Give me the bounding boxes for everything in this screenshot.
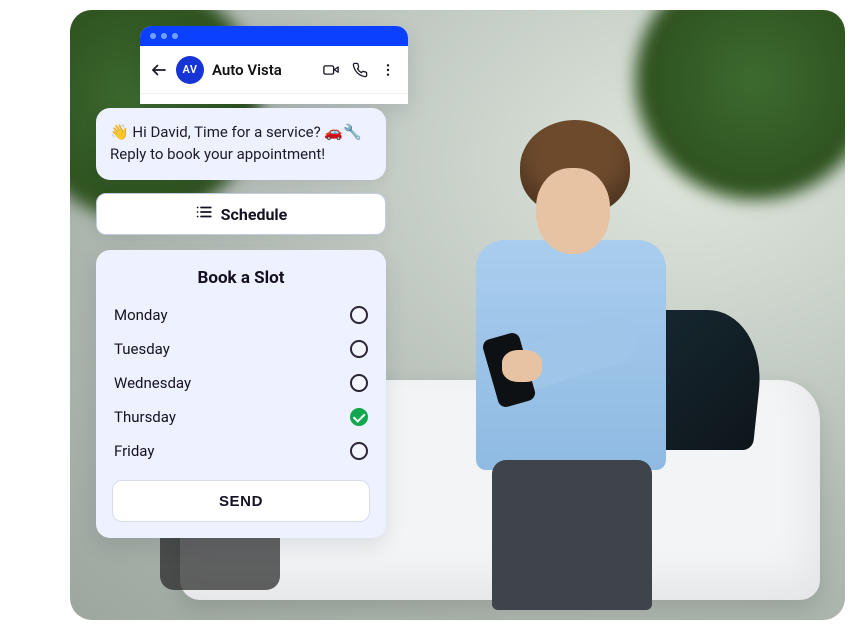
avatar[interactable]: AV: [176, 56, 204, 84]
chat-title: Auto Vista: [212, 61, 314, 79]
voice-call-icon[interactable]: [352, 62, 368, 78]
slot-option-wednesday[interactable]: Wednesday: [112, 366, 370, 400]
slot-option-label: Tuesday: [114, 340, 170, 358]
send-button-label: SEND: [219, 493, 263, 510]
more-options-icon[interactable]: [380, 62, 396, 78]
list-icon: [195, 203, 213, 225]
window-dot: [172, 33, 178, 39]
book-slot-panel: Book a Slot Monday Tuesday Wednesday Thu…: [96, 250, 386, 538]
slot-option-label: Friday: [114, 442, 154, 460]
window-titlebar: [140, 26, 408, 46]
send-button[interactable]: SEND: [112, 480, 370, 522]
incoming-message-bubble: 👋 Hi David, Time for a service? 🚗🔧 Reply…: [96, 108, 386, 180]
slot-option-monday[interactable]: Monday: [112, 298, 370, 332]
slot-option-thursday[interactable]: Thursday: [112, 400, 370, 434]
radio-unchecked-icon: [350, 306, 368, 324]
person-illustration: [440, 120, 680, 590]
slot-option-friday[interactable]: Friday: [112, 434, 370, 468]
slot-option-label: Monday: [114, 306, 168, 324]
chat-body: [140, 94, 408, 104]
slot-option-tuesday[interactable]: Tuesday: [112, 332, 370, 366]
message-text: 👋 Hi David, Time for a service? 🚗🔧 Reply…: [110, 123, 362, 163]
schedule-button[interactable]: Schedule: [96, 193, 386, 235]
video-call-icon[interactable]: [322, 61, 340, 79]
radio-unchecked-icon: [350, 442, 368, 460]
back-arrow-icon[interactable]: [150, 61, 168, 79]
slot-option-label: Thursday: [114, 408, 176, 426]
chat-app-window: AV Auto Vista: [140, 26, 408, 104]
radio-unchecked-icon: [350, 374, 368, 392]
book-slot-title: Book a Slot: [112, 268, 370, 288]
chat-header: AV Auto Vista: [140, 46, 408, 94]
slot-option-label: Wednesday: [114, 374, 191, 392]
schedule-button-label: Schedule: [221, 205, 288, 224]
radio-unchecked-icon: [350, 340, 368, 358]
radio-checked-icon: [350, 408, 368, 426]
avatar-initials: AV: [182, 63, 197, 76]
window-dot: [161, 33, 167, 39]
window-dot: [150, 33, 156, 39]
